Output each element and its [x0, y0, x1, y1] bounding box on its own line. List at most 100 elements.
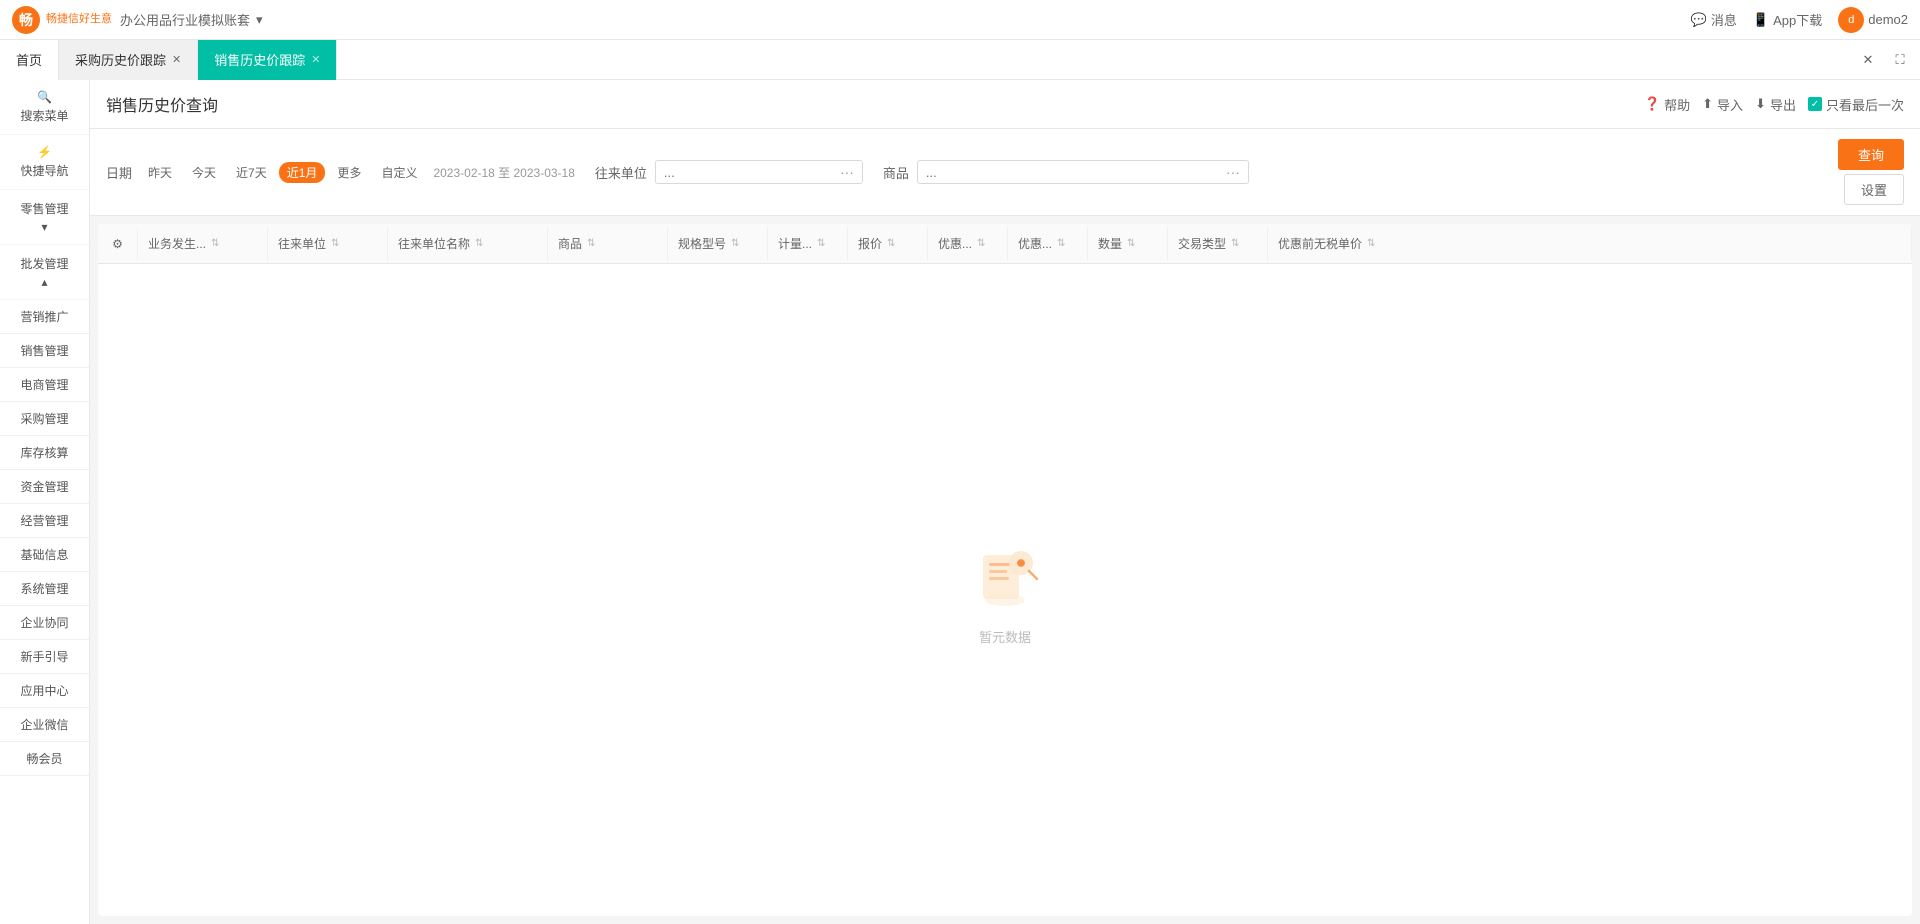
date-btn-more[interactable]: 更多	[329, 162, 369, 183]
sidebar-item-wechat[interactable]: 企业微信	[0, 708, 89, 742]
dropdown-icon[interactable]: ▾	[256, 12, 263, 28]
sidebar-item-operations[interactable]: 经营管理	[0, 504, 89, 538]
filter-right-actions: 查询 设置	[1838, 139, 1904, 205]
sidebar-item-wechat-label: 企业微信	[20, 718, 68, 732]
tab-close-all-button[interactable]: ✕	[1856, 48, 1880, 72]
sidebar-item-retail[interactable]: 零售管理 ▾	[0, 190, 89, 245]
th-discount2[interactable]: 优惠...	[1008, 227, 1088, 260]
date-btn-today[interactable]: 今天	[184, 162, 224, 183]
th-discount1[interactable]: 优惠...	[928, 227, 1008, 260]
export-icon: ⬇	[1755, 96, 1766, 112]
import-icon: ⬆	[1702, 96, 1713, 112]
sidebar-item-shortcut[interactable]: ⚡ 快捷导航	[0, 135, 89, 190]
page-header: 销售历史价查询 ❓ 帮助 ⬆ 导入 ⬇ 导出 ✓ 只看最后一次	[90, 80, 1920, 129]
sidebar-item-basic[interactable]: 基础信息	[0, 538, 89, 572]
logo-area: 畅 畅捷信好生意	[12, 6, 112, 34]
tab-sales-close[interactable]: ✕	[311, 53, 320, 66]
date-btn-7days[interactable]: 近7天	[228, 162, 275, 183]
th-unit-code[interactable]: 往来单位	[268, 227, 388, 260]
date-range-display: 2023-02-18 至 2023-03-18	[433, 164, 574, 181]
trading-partner-filter-group: 往来单位 ···	[595, 160, 863, 184]
sidebar-item-system[interactable]: 系统管理	[0, 572, 89, 606]
sidebar-item-enterprise-label: 企业协同	[20, 616, 68, 630]
tab-home-label: 首页	[16, 50, 42, 69]
import-button[interactable]: ⬆ 导入	[1702, 95, 1743, 114]
th-goods[interactable]: 商品	[548, 227, 668, 260]
sidebar-item-ecommerce[interactable]: 电商管理	[0, 368, 89, 402]
logo-icon: 畅	[12, 6, 40, 34]
help-icon: ❓	[1644, 96, 1660, 112]
date-btn-custom[interactable]: 自定义	[373, 162, 425, 183]
goods-browse-icon[interactable]: ···	[1226, 164, 1240, 180]
table-container: ⚙ 业务发生... 往来单位 往来单位名称 商品 规格型号 计量...	[98, 224, 1912, 916]
tab-sales[interactable]: 销售历史价跟踪 ✕	[198, 40, 337, 80]
sidebar-item-apps[interactable]: 应用中心	[0, 674, 89, 708]
content-area: 销售历史价查询 ❓ 帮助 ⬆ 导入 ⬇ 导出 ✓ 只看最后一次	[90, 80, 1920, 924]
message-icon: 💬	[1691, 12, 1707, 28]
sidebar-item-member[interactable]: 畅会员	[0, 742, 89, 776]
th-business-date[interactable]: 业务发生...	[138, 227, 268, 260]
filter-bar: 日期 昨天 今天 近7天 近1月 更多 自定义 2023-02-18 至 202…	[90, 129, 1920, 216]
date-filter-group: 日期 昨天 今天 近7天 近1月 更多 自定义 2023-02-18 至 202…	[106, 162, 575, 183]
tab-home[interactable]: 首页	[0, 40, 59, 80]
sidebar-item-finance-label: 资金管理	[20, 480, 68, 494]
last-only-checkbox[interactable]: ✓	[1808, 97, 1822, 111]
th-quote-price[interactable]: 报价	[848, 227, 928, 260]
last-only-toggle[interactable]: ✓ 只看最后一次	[1808, 95, 1904, 114]
sidebar-item-operations-label: 经营管理	[20, 514, 68, 528]
th-gear[interactable]: ⚙	[98, 229, 138, 259]
export-button[interactable]: ⬇ 导出	[1755, 95, 1796, 114]
user-avatar-area[interactable]: d demo2	[1838, 7, 1908, 33]
date-buttons: 昨天 今天 近7天 近1月 更多 自定义	[140, 162, 425, 183]
date-label: 日期	[106, 163, 132, 182]
sidebar-item-purchase[interactable]: 采购管理	[0, 402, 89, 436]
top-bar: 畅 畅捷信好生意 办公用品行业模拟账套 ▾ 💬 消息 📱 App下载 d dem…	[0, 0, 1920, 40]
th-trans-type[interactable]: 交易类型	[1168, 227, 1268, 260]
sidebar-item-newbie-label: 新手引导	[20, 650, 68, 664]
download-button[interactable]: 📱 App下载	[1753, 10, 1822, 29]
tab-purchase-close[interactable]: ✕	[172, 53, 181, 66]
top-bar-right: 💬 消息 📱 App下载 d demo2	[1691, 7, 1908, 33]
sidebar-item-search[interactable]: 🔍 搜索菜单	[0, 80, 89, 135]
trading-partner-input-wrapper: ···	[655, 160, 863, 184]
th-unit-name[interactable]: 往来单位名称	[388, 227, 548, 260]
th-quantity[interactable]: 数量	[1088, 227, 1168, 260]
th-notax-price[interactable]: 优惠前无税单价	[1268, 227, 1912, 260]
help-button[interactable]: ❓ 帮助	[1644, 95, 1690, 114]
date-btn-yesterday[interactable]: 昨天	[140, 162, 180, 183]
tab-purchase-label: 采购历史价跟踪	[75, 50, 166, 69]
sidebar-item-purchase-label: 采购管理	[20, 412, 68, 426]
trading-partner-input[interactable]	[664, 165, 840, 180]
sidebar-item-basic-label: 基础信息	[20, 548, 68, 562]
th-spec[interactable]: 规格型号	[668, 227, 768, 260]
goods-filter-group: 商品 ···	[883, 160, 1249, 184]
tab-purchase[interactable]: 采购历史价跟踪 ✕	[59, 40, 198, 80]
th-measure[interactable]: 计量...	[768, 227, 848, 260]
trading-partner-browse-icon[interactable]: ···	[840, 164, 854, 180]
goods-label: 商品	[883, 163, 909, 182]
page-header-actions: ❓ 帮助 ⬆ 导入 ⬇ 导出 ✓ 只看最后一次	[1644, 95, 1904, 126]
page-title: 销售历史价查询	[106, 92, 218, 128]
sidebar-item-wholesale-label: 批发管理	[20, 255, 68, 272]
settings-button[interactable]: 设置	[1844, 174, 1904, 205]
sidebar-item-sales-label: 销售管理	[20, 344, 68, 358]
avatar: d	[1838, 7, 1864, 33]
sidebar-item-wholesale[interactable]: 批发管理 ▴	[0, 245, 89, 300]
sidebar-item-marketing[interactable]: 营销推广	[0, 300, 89, 334]
goods-input[interactable]	[926, 165, 1226, 180]
date-btn-1month[interactable]: 近1月	[279, 162, 326, 183]
trading-partner-label: 往来单位	[595, 163, 647, 182]
sidebar-item-enterprise[interactable]: 企业协同	[0, 606, 89, 640]
sidebar-item-sales-mgmt[interactable]: 销售管理	[0, 334, 89, 368]
sidebar-item-inventory[interactable]: 库存核算	[0, 436, 89, 470]
sidebar-item-marketing-label: 营销推广	[20, 310, 68, 324]
table-header: ⚙ 业务发生... 往来单位 往来单位名称 商品 规格型号 计量...	[98, 224, 1912, 264]
sidebar-item-newbie[interactable]: 新手引导	[0, 640, 89, 674]
tab-sales-label: 销售历史价跟踪	[214, 50, 305, 69]
empty-state-text: 暂元数据	[979, 627, 1031, 646]
message-button[interactable]: 💬 消息	[1691, 10, 1737, 29]
tab-maximize-button[interactable]: ⛶	[1888, 48, 1912, 72]
query-button[interactable]: 查询	[1838, 139, 1904, 170]
sidebar-item-finance[interactable]: 资金管理	[0, 470, 89, 504]
tab-bar: 首页 采购历史价跟踪 ✕ 销售历史价跟踪 ✕ ✕ ⛶	[0, 40, 1920, 80]
